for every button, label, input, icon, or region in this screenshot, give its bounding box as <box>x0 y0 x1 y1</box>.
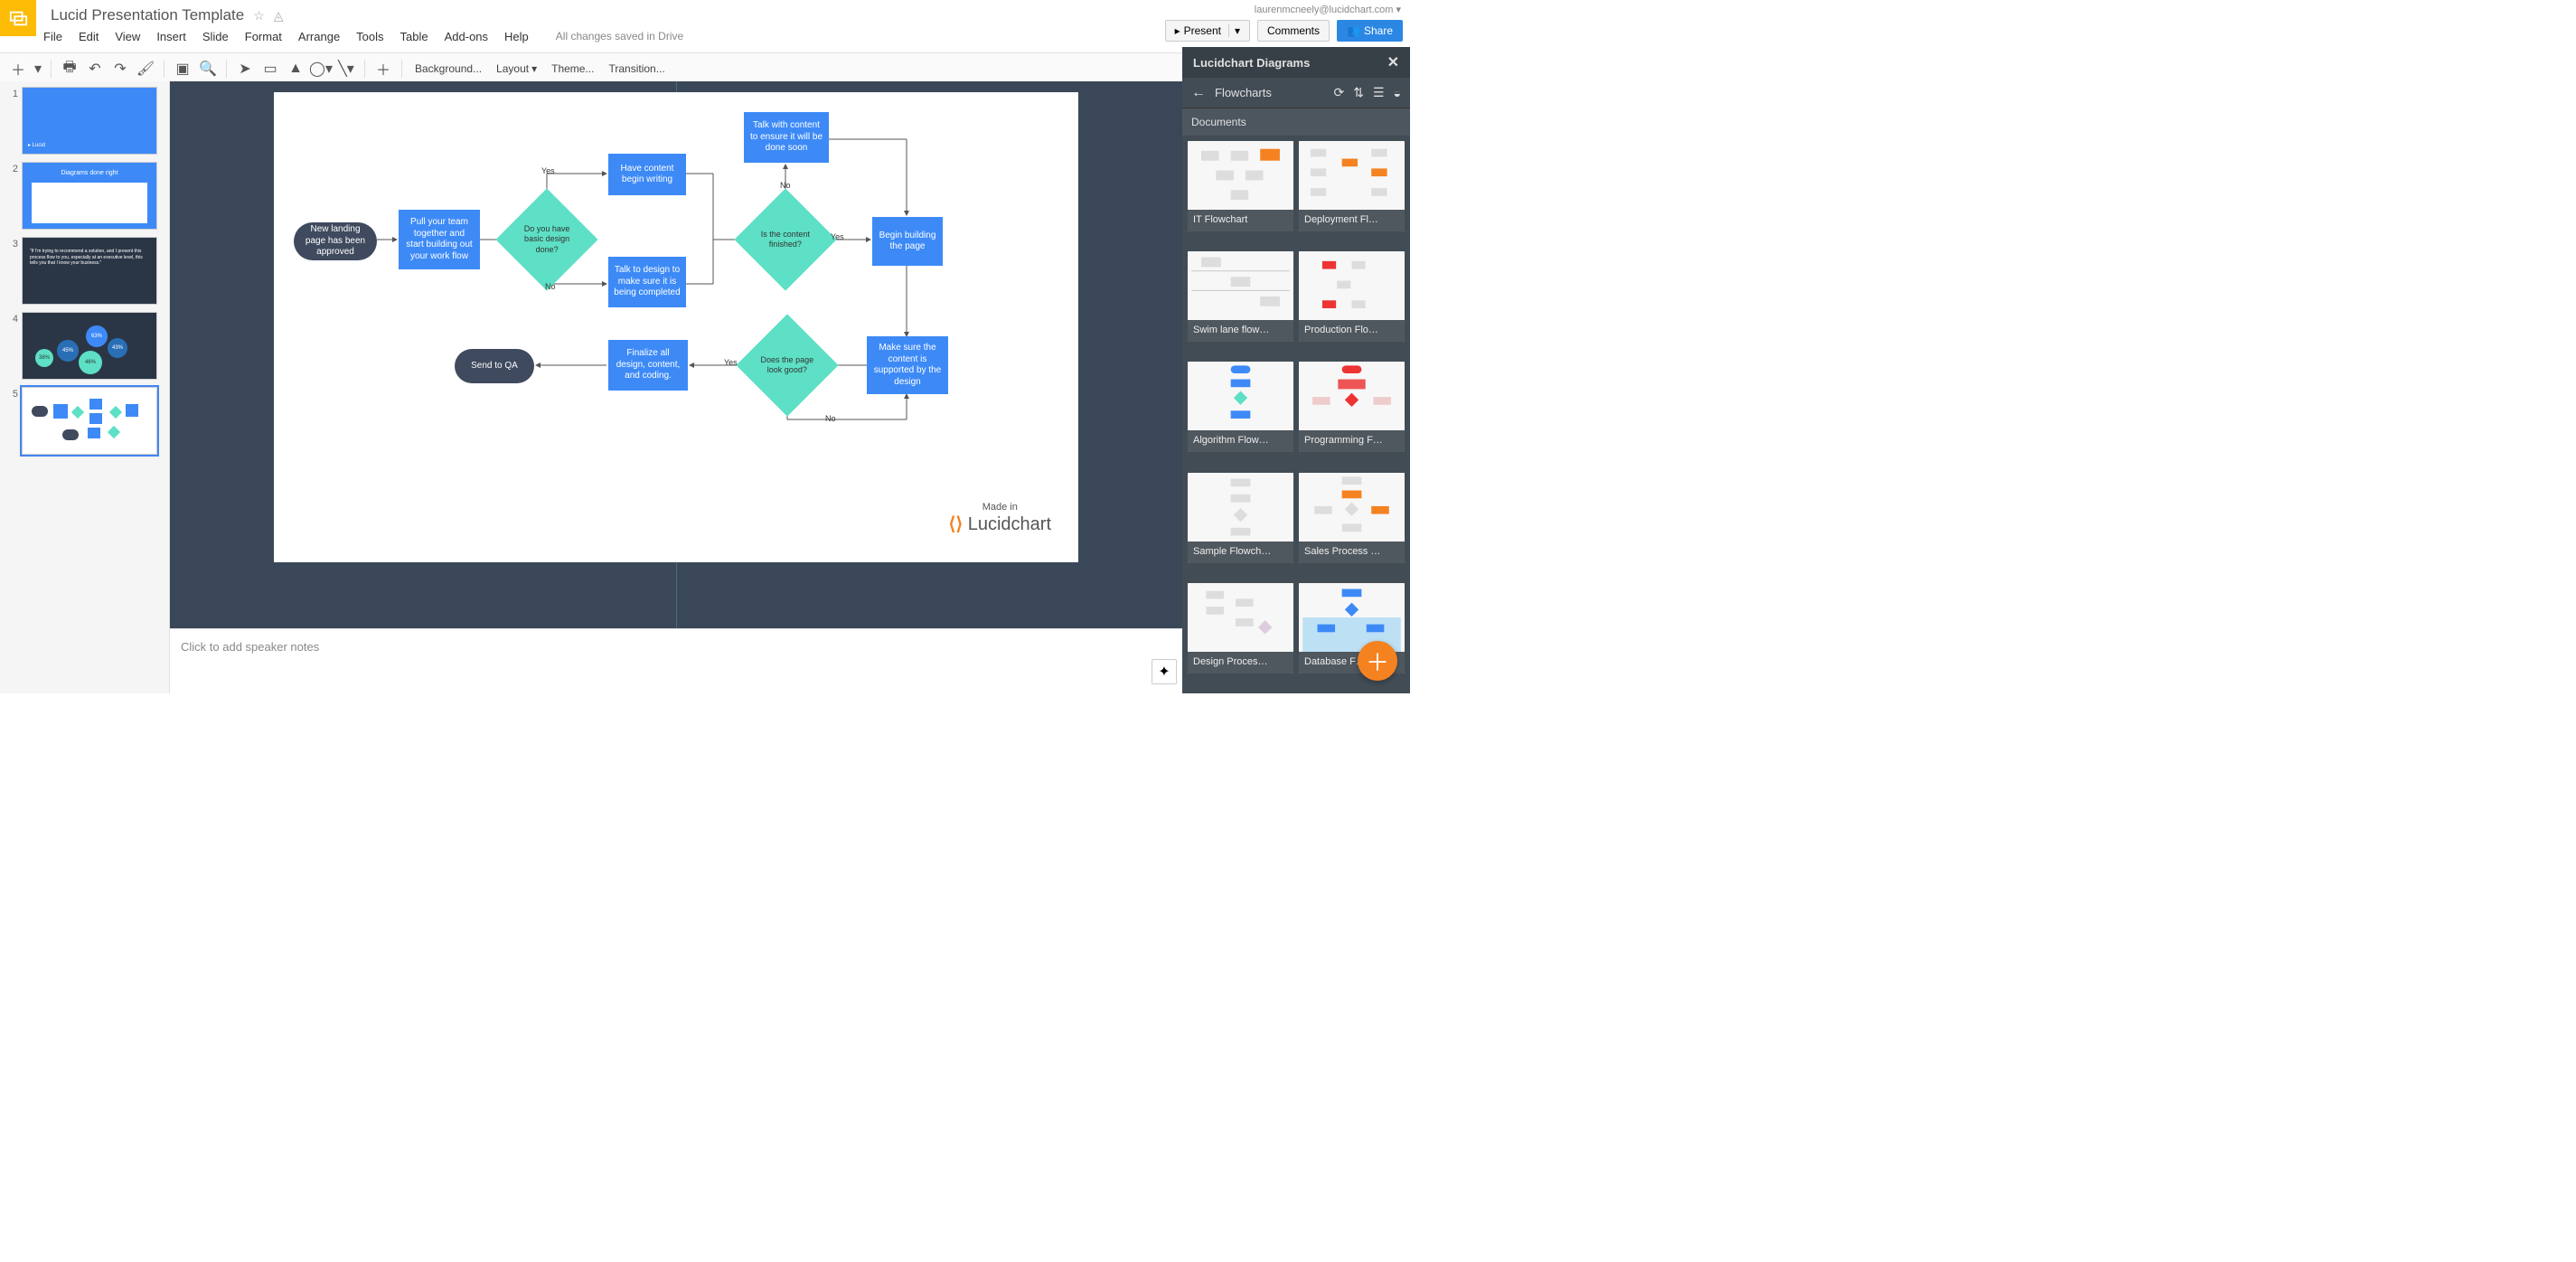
flow-finalize: Finalize all design, content, and coding… <box>608 340 688 391</box>
menu-tools[interactable]: Tools <box>356 30 383 43</box>
fab-add-button[interactable]: ＋ <box>1358 641 1397 681</box>
flow-decision-design: Do you have basic design done? <box>495 188 597 290</box>
slide-content[interactable]: New landing page has been approved Pull … <box>274 92 1078 562</box>
speaker-notes[interactable]: Click to add speaker notes <box>170 628 1182 693</box>
share-button[interactable]: 👥 Share <box>1337 20 1403 42</box>
sort-icon[interactable]: ⇅ <box>1353 85 1364 100</box>
paint-format-icon[interactable]: 🖌 <box>135 58 156 80</box>
slide-number: 3 <box>5 237 22 305</box>
zoom-icon[interactable]: 🔍 <box>197 58 219 80</box>
doc-card[interactable]: Swim lane flow… <box>1188 251 1293 342</box>
layout-button[interactable]: Layout ▾ <box>491 62 542 75</box>
transition-button[interactable]: Transition... <box>603 62 670 75</box>
menu-view[interactable]: View <box>115 30 140 43</box>
doc-card[interactable]: Sample Flowch… <box>1188 473 1293 563</box>
menu-table[interactable]: Table <box>400 30 428 43</box>
flow-pull-team: Pull your team together and start buildi… <box>399 210 480 269</box>
lucidchart-sidebar: Lucidchart Diagrams ✕ ← Flowcharts ⟳ ⇅ ☰… <box>1182 47 1410 693</box>
present-dropdown[interactable]: ▾ <box>1228 24 1240 37</box>
slide-number: 1 <box>5 87 22 155</box>
menu-format[interactable]: Format <box>245 30 282 43</box>
present-button[interactable]: ▸ Present▾ <box>1165 20 1250 42</box>
flow-start: New landing page has been approved <box>294 222 377 260</box>
label-yes: Yes <box>541 166 555 175</box>
new-slide-dropdown[interactable]: ▾ <box>33 58 43 80</box>
menu-edit[interactable]: Edit <box>79 30 99 43</box>
doc-card[interactable]: Programming F… <box>1299 362 1405 452</box>
background-button[interactable]: Background... <box>409 62 487 75</box>
slide-thumb-2[interactable]: Diagrams done right <box>22 162 157 230</box>
undo-icon[interactable]: ↶ <box>84 58 106 80</box>
menu-help[interactable]: Help <box>504 30 529 43</box>
close-icon[interactable]: ✕ <box>1387 53 1399 71</box>
shape-icon[interactable]: ◯▾ <box>310 58 332 80</box>
made-in-lucidchart: Made in ⟨⟩ Lucidchart <box>949 502 1051 535</box>
redo-icon[interactable]: ↷ <box>109 58 131 80</box>
slide-number: 4 <box>5 312 22 380</box>
textbox-icon[interactable]: ▭ <box>259 58 281 80</box>
list-view-icon[interactable]: ☰ <box>1373 85 1385 100</box>
slide-thumb-1[interactable]: ▸ Lucid <box>22 87 157 155</box>
flow-talk-design: Talk to design to make sure it is being … <box>608 257 686 307</box>
label-no: No <box>780 181 791 190</box>
flow-decision-content: Is the content finished? <box>734 188 836 290</box>
label-yes: Yes <box>724 358 738 367</box>
slide-thumb-3[interactable]: "If I'm trying to recommend a solution, … <box>22 237 157 305</box>
user-account[interactable]: laurenmcneely@lucidchart.com ▾ <box>1255 4 1401 15</box>
flow-qa: Send to QA <box>455 349 534 383</box>
slide-canvas[interactable]: New landing page has been approved Pull … <box>170 81 1182 628</box>
breadcrumb: Flowcharts <box>1215 86 1325 99</box>
label-yes: Yes <box>831 232 844 241</box>
menu-addons[interactable]: Add-ons <box>445 30 488 43</box>
sidebar-section-header: Documents <box>1182 108 1410 136</box>
print-icon[interactable]: 🖶 <box>59 58 80 80</box>
doc-card[interactable]: Production Flo… <box>1299 251 1405 342</box>
document-title[interactable]: Lucid Presentation Template <box>51 1 244 24</box>
doc-card[interactable]: IT Flowchart <box>1188 141 1293 231</box>
menu-slide[interactable]: Slide <box>202 30 229 43</box>
menu-file[interactable]: File <box>43 30 62 43</box>
comment-icon[interactable]: ＋ <box>372 58 394 80</box>
label-no: No <box>825 414 836 423</box>
doc-card[interactable]: Deployment Fl… <box>1299 141 1405 231</box>
select-tool-icon[interactable]: ➤ <box>234 58 256 80</box>
menu-arrange[interactable]: Arrange <box>298 30 340 43</box>
slide-thumb-5[interactable] <box>22 387 157 455</box>
flow-decision-good: Does the page look good? <box>736 314 838 416</box>
slide-thumb-4[interactable]: 63% 45% 43% 38% 46% <box>22 312 157 380</box>
doc-card[interactable]: Design Proces… <box>1188 583 1293 673</box>
slide-number: 2 <box>5 162 22 230</box>
explore-button[interactable]: ✦ <box>1152 659 1177 684</box>
move-to-drive-icon[interactable]: ◬ <box>274 3 284 24</box>
slides-logo <box>0 0 36 36</box>
flow-support: Make sure the content is supported by th… <box>867 336 948 394</box>
back-icon[interactable]: ← <box>1191 85 1206 101</box>
lucidchart-logo: ⟨⟩ Lucidchart <box>949 513 1051 535</box>
slide-number: 5 <box>5 387 22 455</box>
label-no: No <box>545 282 556 291</box>
flow-talk-content: Talk with content to ensure it will be d… <box>744 112 829 163</box>
refresh-icon[interactable]: ⟳ <box>1334 85 1345 100</box>
document-grid: IT Flowchart Deployment Fl… Swim lane fl… <box>1182 136 1410 693</box>
star-icon[interactable]: ☆ <box>253 3 265 24</box>
flow-write-content: Have content begin writing <box>608 154 686 195</box>
zoom-fit-icon[interactable]: ▣ <box>172 58 193 80</box>
flow-build-page: Begin building the page <box>872 217 943 266</box>
theme-button[interactable]: Theme... <box>546 62 599 75</box>
menu-insert[interactable]: Insert <box>156 30 186 43</box>
doc-card[interactable]: Sales Process … <box>1299 473 1405 563</box>
image-icon[interactable]: ▲ <box>285 58 306 80</box>
sidebar-title: Lucidchart Diagrams <box>1193 56 1310 70</box>
save-status: All changes saved in Drive <box>556 30 683 42</box>
slide-filmstrip: 1▸ Lucid 2Diagrams done right 3"If I'm t… <box>0 81 170 693</box>
comments-button[interactable]: Comments <box>1257 20 1330 42</box>
doc-card[interactable]: Algorithm Flow… <box>1188 362 1293 452</box>
account-icon[interactable]: ◒ <box>1394 86 1401 100</box>
new-slide-button[interactable]: ＋ <box>7 58 29 80</box>
line-icon[interactable]: ╲▾ <box>335 58 357 80</box>
